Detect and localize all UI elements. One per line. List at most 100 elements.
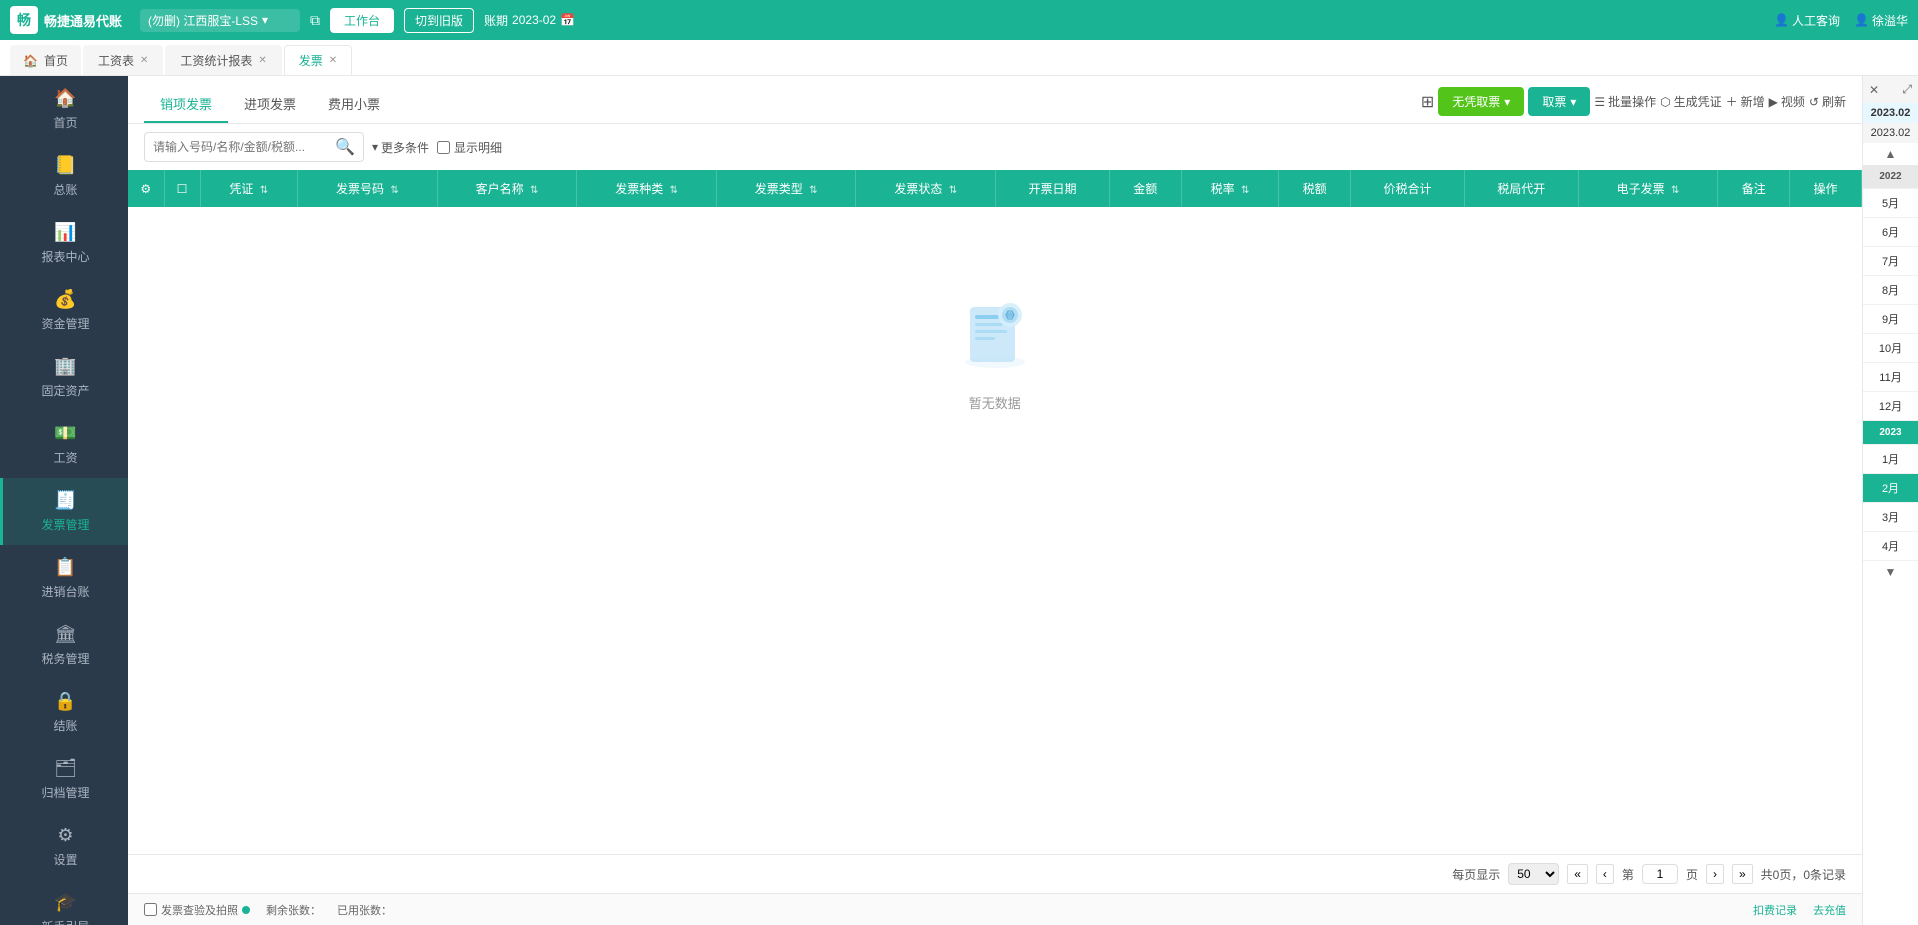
invoice-check-label[interactable]: 发票查验及拍照 [144,902,250,918]
tab-invoice-label: 发票 [299,52,323,69]
tab-payroll-report-close[interactable]: ✕ [258,55,266,66]
tab-home[interactable]: 🏠 首页 [10,45,81,75]
calendar-nav-down[interactable]: ▼ [1881,561,1901,583]
closing-icon: 🔒 [54,691,76,712]
sidebar-item-guide[interactable]: 🎓 新手引导 [0,880,128,925]
video-button[interactable]: ▶ 视频 [1769,93,1805,110]
assets-icon: 🏢 [54,356,76,377]
sidebar-item-archive[interactable]: 🗂 归档管理 [0,746,128,813]
sidebar-item-home[interactable]: 🏠 首页 [0,76,128,143]
new-button[interactable]: ＋ 新增 [1726,93,1765,110]
used-label: 已用张数： [337,902,392,918]
add-record-link[interactable]: 扣费记录 [1753,902,1797,918]
workspace-button[interactable]: 工作台 [330,8,394,33]
gen-icon: ⬡ [1660,95,1670,109]
sidebar-item-funds[interactable]: 💰 资金管理 [0,277,128,344]
calendar-expand-button[interactable]: ⤢ [1900,80,1914,99]
batch-icon: ☰ [1594,95,1605,109]
empty-state-row: 暂无数据 [128,207,1862,492]
first-page-button[interactable]: « [1567,864,1588,884]
more-conditions-button[interactable]: ▾ 更多条件 [372,139,429,156]
support-item[interactable]: 👤 人工客询 [1774,12,1840,29]
page-size-select[interactable]: 50 10 20 100 [1508,863,1559,885]
next-page-button[interactable]: › [1706,864,1724,884]
user-item[interactable]: 👤 徐溢华 [1854,12,1908,29]
sidebar-item-closing[interactable]: 🔒 结账 [0,679,128,746]
check-dot [242,906,250,914]
search-input[interactable] [153,140,331,154]
sidebar-item-payroll[interactable]: 💵 工资 [0,411,128,478]
search-icon[interactable]: 🔍 [335,137,355,157]
col-checkbox[interactable]: ☐ [164,170,200,207]
show-detail-checkbox-label[interactable]: 显示明细 [437,139,502,156]
page-input[interactable] [1642,864,1678,884]
sidebar-item-general-ledger[interactable]: 📒 总账 [0,143,128,210]
page-prefix: 第 [1622,866,1634,883]
tab-invoice[interactable]: 发票 ✕ [284,45,352,75]
period-badge-primary[interactable]: 2023.02 [1863,103,1918,123]
tab-payroll-report[interactable]: 工资统计报表 ✕ [165,45,281,75]
month-2022-06[interactable]: 6月 [1863,218,1918,247]
sidebar-guide-label: 新手引导 [41,918,89,925]
month-2023-04[interactable]: 4月 [1863,532,1918,561]
month-2023-02[interactable]: 2月 [1863,474,1918,503]
tab-payroll[interactable]: 工资表 ✕ [83,45,163,75]
calendar-nav-up[interactable]: ▲ [1881,143,1901,165]
reports-icon: 📊 [54,222,76,243]
company-selector[interactable]: (勿删) 江西服宝-LSS ▾ [140,9,300,32]
no-voucher-button[interactable]: 无凭取票 ▾ [1438,87,1524,116]
period-label: 账期 [484,12,508,29]
sales-icon: 📋 [54,557,76,578]
inner-tab-sales[interactable]: 销项发票 [144,86,228,123]
month-2022-08[interactable]: 8月 [1863,276,1918,305]
col-tax: 税额 [1279,170,1351,207]
last-page-button[interactable]: » [1732,864,1753,884]
month-2022-12[interactable]: 12月 [1863,392,1918,421]
month-2023-01[interactable]: 1月 [1863,445,1918,474]
prev-page-button[interactable]: ‹ [1596,864,1614,884]
month-2022-05[interactable]: 5月 [1863,189,1918,218]
sidebar-item-fixed-assets[interactable]: 🏢 固定资产 [0,344,128,411]
tab-payroll-close[interactable]: ✕ [140,55,148,66]
get-voucher-button[interactable]: 取票 ▾ [1528,87,1590,116]
tab-invoice-close[interactable]: ✕ [329,55,337,66]
period-info: 账期 2023-02 📅 [484,12,575,29]
month-2022-11[interactable]: 11月 [1863,363,1918,392]
content-area: 销项发票 进项发票 费用小票 ⊞ 无凭取票 ▾ 取票 ▾ ☰ [128,76,1862,925]
filter-toolbar: 🔍 ▾ 更多条件 显示明细 [128,124,1862,170]
voucher-label: 取票 [1542,93,1566,110]
col-settings[interactable]: ⚙ [128,170,164,207]
inner-tab-expense[interactable]: 费用小票 [312,86,396,123]
batch-ops-button[interactable]: ☰ 批量操作 [1594,93,1656,110]
view-toggle-button[interactable]: ⊞ [1421,92,1434,112]
inner-tab-purchase[interactable]: 进项发票 [228,86,312,123]
period-badge-secondary[interactable]: 2023.02 [1863,123,1918,143]
gen-voucher-button[interactable]: ⬡ 生成凭证 [1660,93,1722,110]
month-2022-10[interactable]: 10月 [1863,334,1918,363]
refresh-button[interactable]: ↺ 刷新 [1809,93,1846,110]
calendar-panel: ✕ ⤢ 2023.02 2023.02 ▲ 2022 5月 6月 7月 8月 9… [1862,76,1918,925]
month-2022-07[interactable]: 7月 [1863,247,1918,276]
invoice-check-checkbox[interactable] [144,903,157,916]
search-box[interactable]: 🔍 [144,132,364,162]
copy-icon[interactable]: ⧉ [310,12,320,29]
month-2022-09[interactable]: 9月 [1863,305,1918,334]
switch-version-button[interactable]: 切到旧版 [404,8,474,33]
col-electronic: 电子发票 ⇅ [1578,170,1718,207]
sidebar-item-sales-ledger[interactable]: 📋 进销台账 [0,545,128,612]
sidebar-item-invoice[interactable]: 🧾 发票管理 [0,478,128,545]
calendar-header: ✕ ⤢ [1863,76,1918,103]
sidebar-item-reports[interactable]: 📊 报表中心 [0,210,128,277]
col-tax-bureau: 税局代开 [1464,170,1578,207]
go-renew-link[interactable]: 去充值 [1813,902,1846,918]
month-2023-03[interactable]: 3月 [1863,503,1918,532]
show-detail-checkbox[interactable] [437,141,450,154]
batch-label: 批量操作 [1608,93,1656,110]
table-header-row: ⚙ ☐ 凭证 ⇅ 发票号码 ⇅ 客户名称 ⇅ 发票种类 ⇅ 发票类型 ⇅ 发票状… [128,170,1862,207]
toolbar-left: 🔍 ▾ 更多条件 显示明细 [144,132,1846,162]
sidebar-item-tax[interactable]: 🏛 税务管理 [0,612,128,679]
sidebar-closing-label: 结账 [53,717,77,734]
calendar-close-button[interactable]: ✕ [1867,81,1881,99]
user-avatar-icon: 👤 [1854,13,1869,27]
sidebar-item-settings[interactable]: ⚙ 设置 [0,813,128,880]
